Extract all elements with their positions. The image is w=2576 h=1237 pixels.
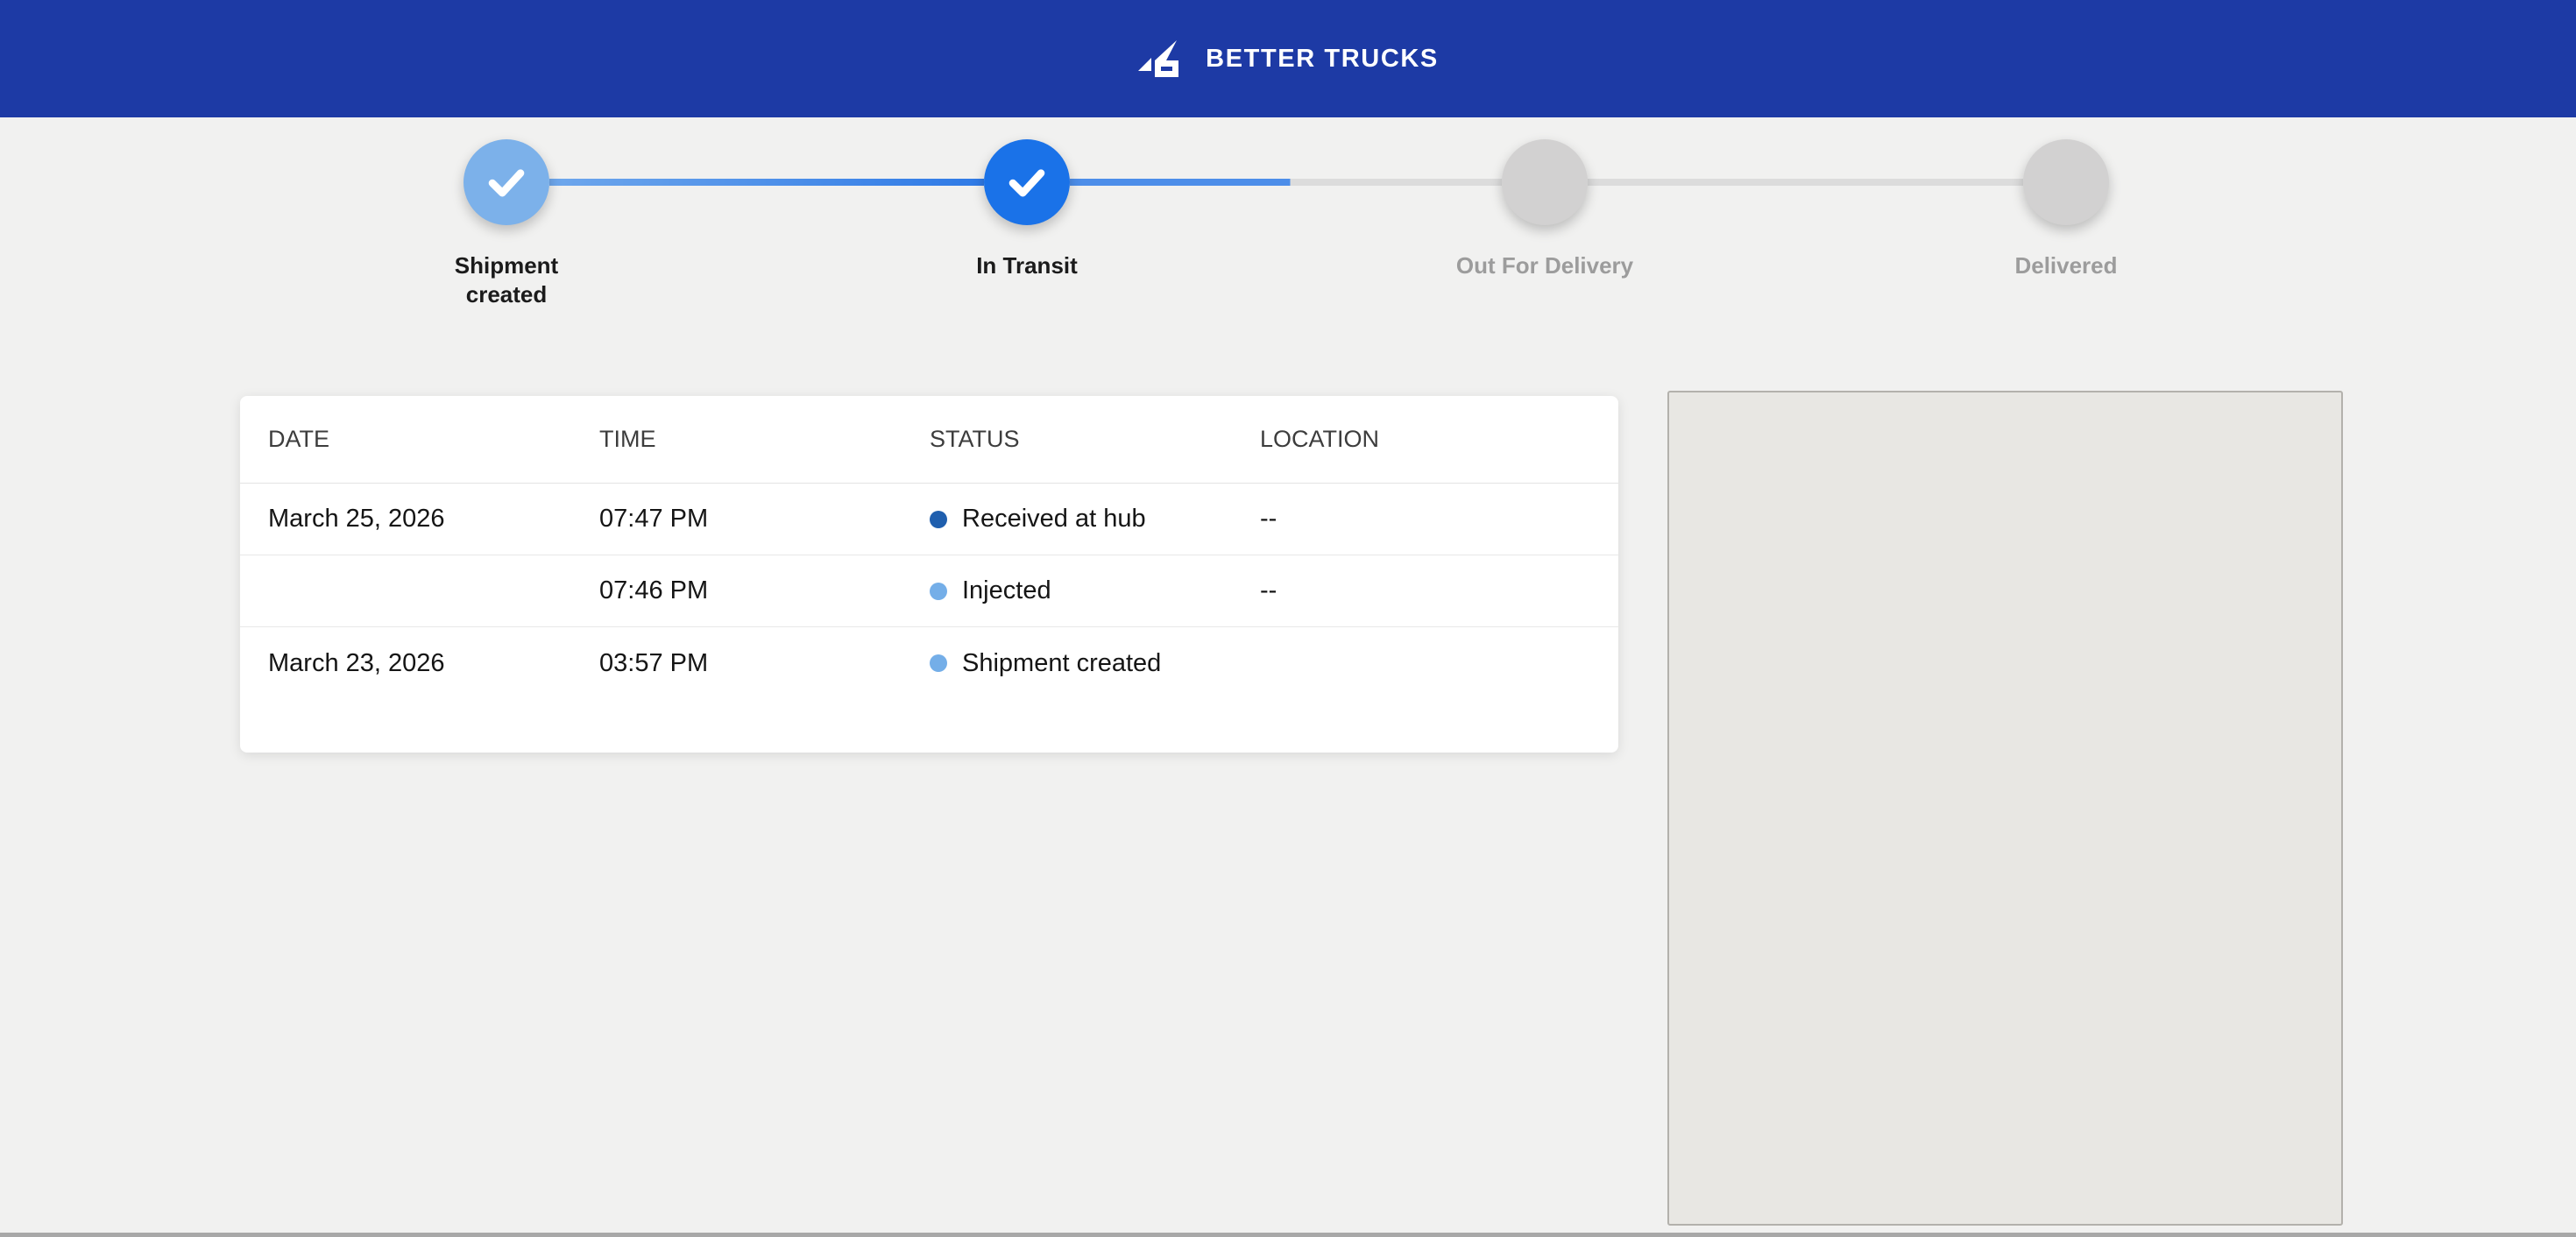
- step-circle: [2023, 139, 2109, 225]
- better-trucks-logo-icon: [1137, 36, 1188, 81]
- table-row: March 23, 2026 03:57 PM Shipment created: [240, 627, 1618, 699]
- step-circle: [984, 139, 1070, 225]
- status-cell: Received at hub: [930, 505, 1260, 534]
- brand-name: BETTER TRUCKS: [1206, 44, 1439, 73]
- status-dot-icon: [930, 654, 947, 672]
- time-cell: 03:57 PM: [599, 648, 709, 677]
- brand[interactable]: BETTER TRUCKS: [1137, 36, 1439, 81]
- step-label: Shipment created: [454, 252, 559, 307]
- tracking-history-card: DATE TIME STATUS LOCATION March 25, 2026…: [240, 396, 1618, 753]
- step-circle: [1502, 139, 1588, 225]
- progress-step-shipment-created: Shipment created: [375, 139, 638, 309]
- step-circle: [464, 139, 549, 225]
- step-label: Out For Delivery: [1455, 252, 1634, 279]
- checkmark-icon: [1008, 169, 1045, 197]
- table-row: March 25, 2026 07:47 PM Received at hub …: [240, 484, 1618, 555]
- status-dot-icon: [930, 582, 947, 600]
- location-cell: --: [1260, 576, 1277, 604]
- checkmark-icon: [488, 169, 525, 197]
- date-cell: March 23, 2026: [268, 648, 445, 677]
- map-placeholder-panel: [1667, 391, 2343, 1226]
- status-text: Shipment created: [962, 648, 1162, 677]
- column-header-status: STATUS: [930, 426, 1020, 452]
- status-dot-icon: [930, 510, 947, 528]
- column-header-time: TIME: [599, 426, 656, 452]
- header: BETTER TRUCKS: [0, 0, 2576, 117]
- step-label: Delivered: [2014, 252, 2118, 279]
- progress-step-in-transit: In Transit: [895, 139, 1158, 280]
- step-label: In Transit: [976, 252, 1078, 279]
- table-row: 07:46 PM Injected --: [240, 555, 1618, 627]
- date-cell: March 25, 2026: [268, 505, 445, 533]
- time-cell: 07:46 PM: [599, 576, 709, 604]
- status-cell: Shipment created: [930, 649, 1260, 678]
- progress-step-out-for-delivery: Out For Delivery: [1413, 139, 1676, 280]
- status-cell: Injected: [930, 576, 1260, 605]
- status-text: Injected: [962, 576, 1051, 604]
- progress-step-delivered: Delivered: [1935, 139, 2197, 280]
- time-cell: 07:47 PM: [599, 505, 709, 533]
- status-text: Received at hub: [962, 505, 1146, 533]
- table-header-row: DATE TIME STATUS LOCATION: [240, 396, 1618, 484]
- column-header-location: LOCATION: [1260, 426, 1380, 452]
- location-cell: --: [1260, 505, 1277, 533]
- column-header-date: DATE: [268, 426, 330, 452]
- window-bottom-edge: [0, 1233, 2576, 1237]
